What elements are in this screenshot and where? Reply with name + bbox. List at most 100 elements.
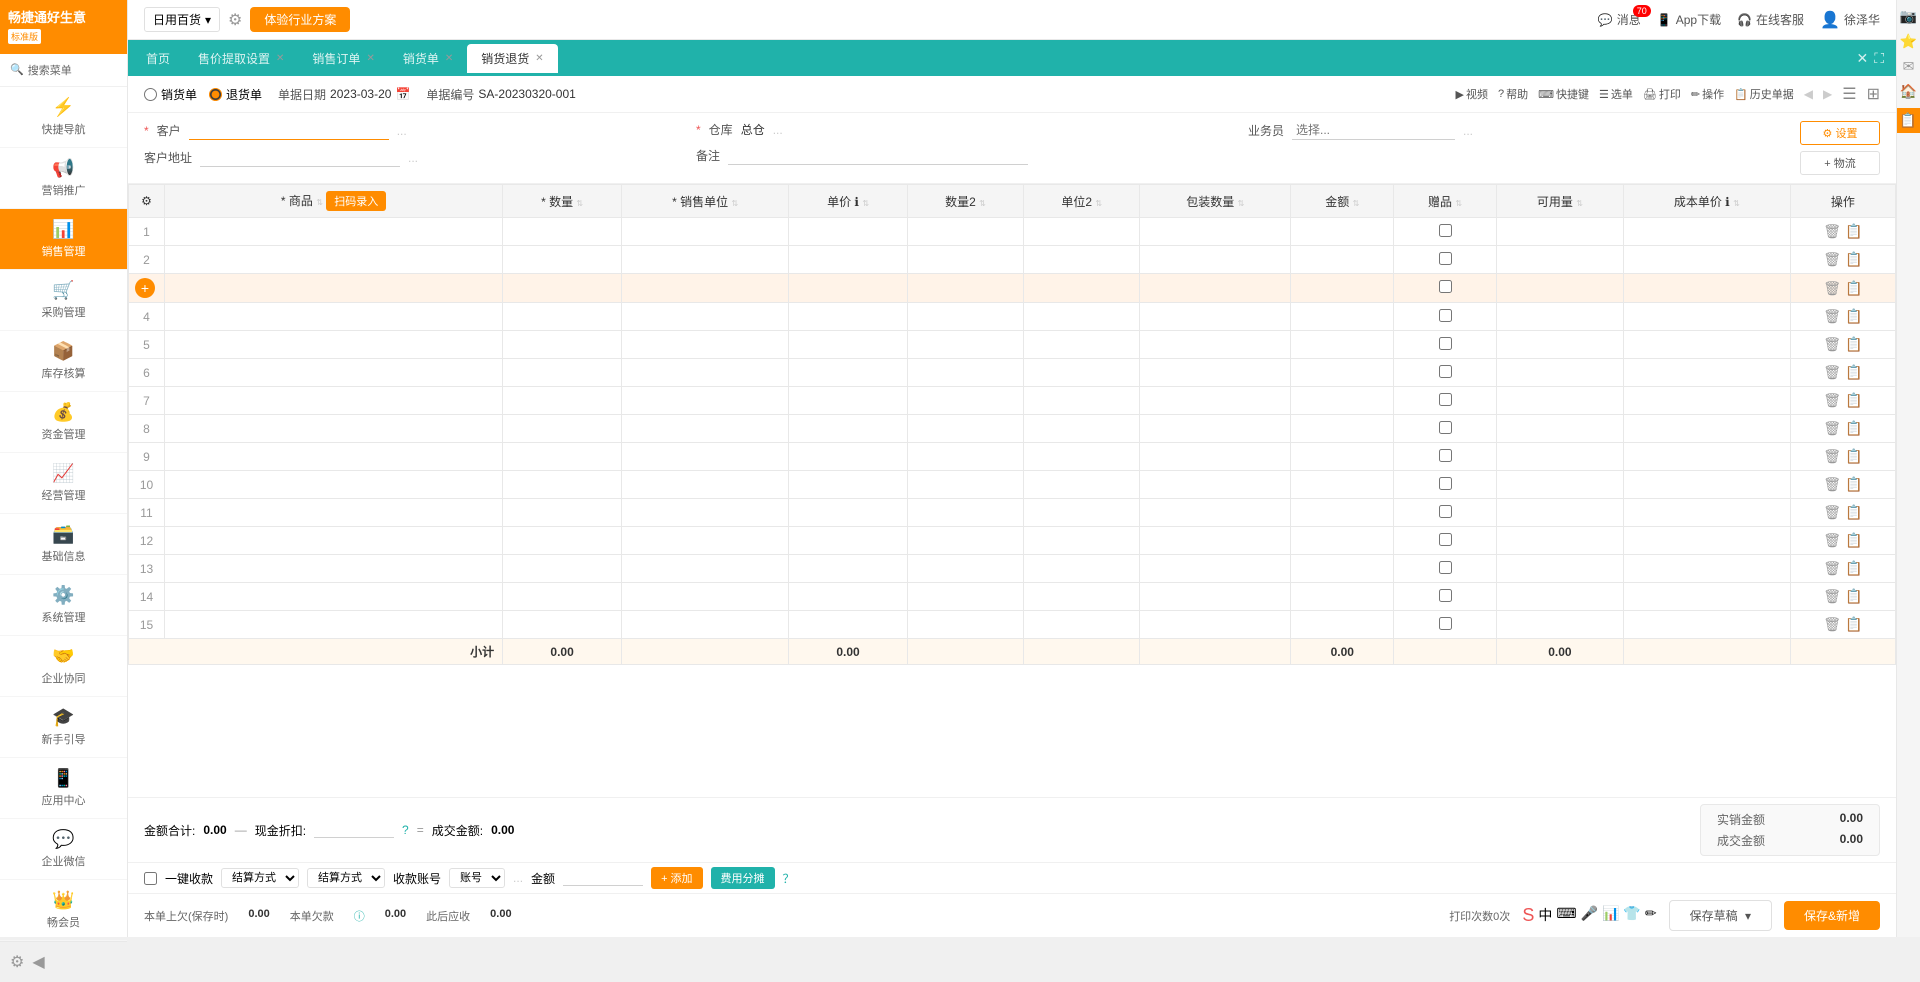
product-cell[interactable] xyxy=(165,443,503,471)
tab-home[interactable]: 首页 xyxy=(132,44,184,73)
qty2-cell[interactable] xyxy=(907,331,1023,359)
delete-row-button[interactable]: 🗑 xyxy=(1823,532,1841,549)
gift-cell[interactable] xyxy=(1394,555,1497,583)
cost-price-cell[interactable] xyxy=(1623,527,1790,555)
qty2-cell[interactable] xyxy=(907,471,1023,499)
available-cell[interactable] xyxy=(1496,246,1623,274)
gift-checkbox[interactable] xyxy=(1439,617,1452,630)
product-cell[interactable] xyxy=(165,583,503,611)
cost-price-cell[interactable] xyxy=(1623,611,1790,639)
sidebar-item-yingyong[interactable]: 📱 应用中心 xyxy=(0,758,127,819)
delete-row-button[interactable]: 🗑 xyxy=(1823,336,1841,353)
unit-cell[interactable] xyxy=(622,583,789,611)
unit-cell[interactable] xyxy=(622,415,789,443)
unit-cell[interactable] xyxy=(622,555,789,583)
gift-cell[interactable] xyxy=(1394,527,1497,555)
unit-cell[interactable] xyxy=(622,499,789,527)
amount-cell[interactable] xyxy=(1291,218,1394,246)
tab-sell-return[interactable]: 销货退货 ✕ xyxy=(467,44,557,73)
copy-row-button[interactable]: 📋 xyxy=(1845,588,1862,605)
unit-cell[interactable] xyxy=(622,274,789,303)
unit2-cell[interactable] xyxy=(1024,415,1140,443)
gift-checkbox[interactable] xyxy=(1439,561,1452,574)
toolbar-help[interactable]: ? 帮助 xyxy=(1498,86,1528,102)
sidebar-item-xinshou[interactable]: 🎓 新手引导 xyxy=(0,697,127,758)
sidebar-item-xiaoshou[interactable]: 📊 销售管理 xyxy=(0,209,127,270)
delete-row-button[interactable]: 🗑 xyxy=(1823,392,1841,409)
add-row-button[interactable]: + xyxy=(135,278,155,298)
unit-cell[interactable] xyxy=(622,331,789,359)
sidebar-item-jichu[interactable]: 🗃️ 基础信息 xyxy=(0,514,127,575)
fee-help-icon[interactable]: ？ xyxy=(783,870,795,887)
qty2-cell[interactable] xyxy=(907,246,1023,274)
right-sidebar-icon-2[interactable]: ⭐ xyxy=(1900,33,1917,50)
unit-cell[interactable] xyxy=(622,611,789,639)
customer-dots[interactable]: ... xyxy=(397,124,407,138)
price-cell[interactable] xyxy=(789,611,908,639)
right-sidebar-icon-5[interactable]: 📋 xyxy=(1897,108,1920,133)
price-cell[interactable] xyxy=(789,303,908,331)
gift-cell[interactable] xyxy=(1394,415,1497,443)
copy-row-button[interactable]: 📋 xyxy=(1845,448,1862,465)
unit2-cell[interactable] xyxy=(1024,443,1140,471)
delete-row-button[interactable]: 🗑 xyxy=(1823,308,1841,325)
toolbar-history[interactable]: 📋 历史单据 xyxy=(1734,86,1794,102)
product-cell[interactable] xyxy=(165,274,503,303)
qty2-cell[interactable] xyxy=(907,359,1023,387)
unit-cell[interactable] xyxy=(622,303,789,331)
unit2-cell[interactable] xyxy=(1024,274,1140,303)
gift-checkbox[interactable] xyxy=(1439,224,1452,237)
available-cell[interactable] xyxy=(1496,218,1623,246)
qty-cell[interactable] xyxy=(503,611,622,639)
pack-qty-cell[interactable] xyxy=(1140,443,1291,471)
amount-cell[interactable] xyxy=(1291,555,1394,583)
qty2-cell[interactable] xyxy=(907,218,1023,246)
price-cell[interactable] xyxy=(789,499,908,527)
gift-checkbox[interactable] xyxy=(1439,505,1452,518)
save-draft-button[interactable]: 保存草稿 ▾ xyxy=(1669,900,1772,931)
gift-cell[interactable] xyxy=(1394,471,1497,499)
customer-input[interactable] xyxy=(189,121,389,140)
amount-cell[interactable] xyxy=(1291,527,1394,555)
qty2-cell[interactable] xyxy=(907,415,1023,443)
gift-checkbox[interactable] xyxy=(1439,589,1452,602)
cost-price-cell[interactable] xyxy=(1623,555,1790,583)
gift-checkbox[interactable] xyxy=(1439,533,1452,546)
dropdown-chevron[interactable]: ▾ xyxy=(1745,909,1751,923)
available-cell[interactable] xyxy=(1496,555,1623,583)
product-cell[interactable] xyxy=(165,471,503,499)
qty2-cell[interactable] xyxy=(907,303,1023,331)
price-cell[interactable] xyxy=(789,331,908,359)
sidebar-item-yingxiao[interactable]: 📢 营销推广 xyxy=(0,148,127,209)
gift-checkbox[interactable] xyxy=(1439,337,1452,350)
qty-cell[interactable] xyxy=(503,387,622,415)
toolbar-operate[interactable]: ✏ 操作 xyxy=(1691,86,1724,102)
qty-cell[interactable] xyxy=(503,246,622,274)
unit2-cell[interactable] xyxy=(1024,387,1140,415)
gift-cell[interactable] xyxy=(1394,499,1497,527)
tool4-icon[interactable]: 📊 xyxy=(1602,905,1619,926)
right-sidebar-icon-4[interactable]: 🏠 xyxy=(1900,83,1917,100)
view-toggle-list[interactable]: ☰ xyxy=(1842,84,1856,104)
sidebar-item-caigou[interactable]: 🛒 采购管理 xyxy=(0,270,127,331)
qty-cell[interactable] xyxy=(503,218,622,246)
amount-cell[interactable] xyxy=(1291,246,1394,274)
gift-cell[interactable] xyxy=(1394,274,1497,303)
pack-qty-cell[interactable] xyxy=(1140,387,1291,415)
price-cell[interactable] xyxy=(789,246,908,274)
question-icon[interactable]: ? xyxy=(402,823,409,837)
unit-cell[interactable] xyxy=(622,527,789,555)
product-input[interactable] xyxy=(171,281,496,295)
cost-price-cell[interactable] xyxy=(1623,415,1790,443)
radio-return-input[interactable] xyxy=(209,88,222,101)
tab-close-all[interactable]: ✕ xyxy=(1856,50,1868,67)
pack-qty-cell[interactable] xyxy=(1140,246,1291,274)
daily-selector[interactable]: 日用百货 ▾ xyxy=(144,7,220,32)
product-cell[interactable] xyxy=(165,555,503,583)
remarks-input[interactable] xyxy=(728,146,1028,165)
qty2-cell[interactable] xyxy=(907,387,1023,415)
qty2-cell[interactable] xyxy=(907,611,1023,639)
qty-cell[interactable] xyxy=(503,471,622,499)
account-dots[interactable]: ... xyxy=(513,871,523,885)
gift-checkbox[interactable] xyxy=(1439,477,1452,490)
